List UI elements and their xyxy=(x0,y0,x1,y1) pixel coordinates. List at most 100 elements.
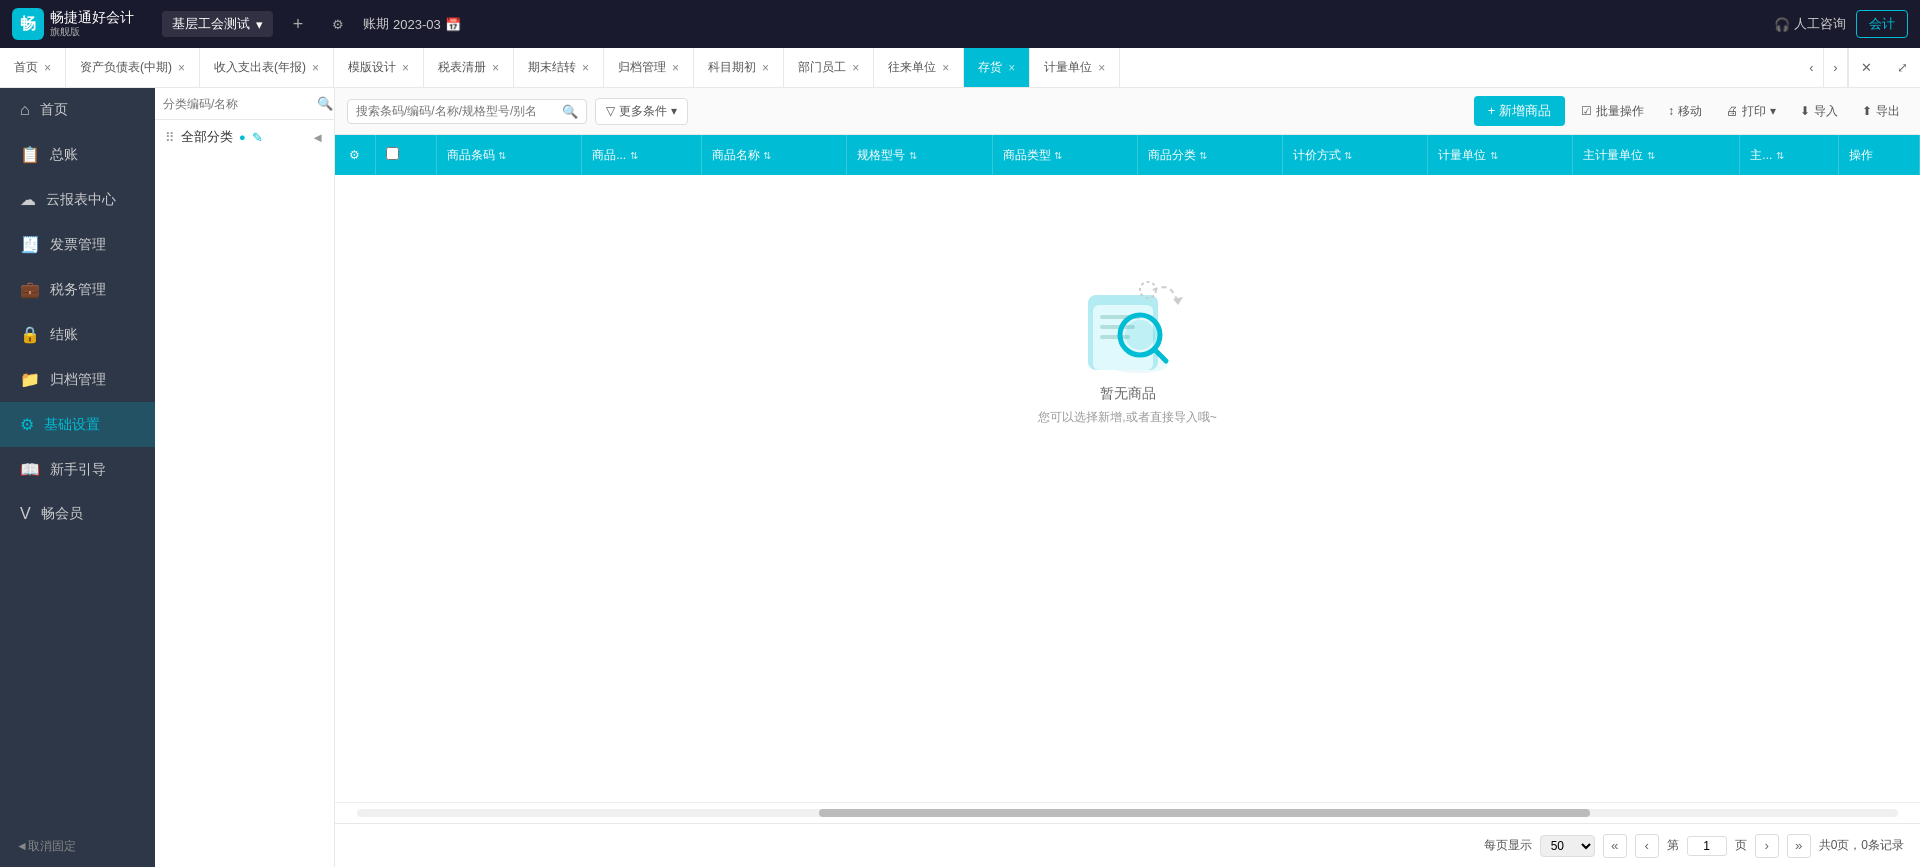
col-header-7[interactable]: 商品分类 ⇅ xyxy=(1137,135,1282,175)
sidebar-item-发票管理[interactable]: 🧾发票管理 xyxy=(0,222,155,267)
per-page-select[interactable]: 50 100 200 xyxy=(1540,835,1595,857)
tab-close-6[interactable]: × xyxy=(672,61,679,75)
total-records-label: 共0页，0条记录 xyxy=(1819,837,1904,854)
col-header-12[interactable]: 操作 xyxy=(1838,135,1919,175)
product-table: ⚙ 商品条码 ⇅商品... ⇅商品名称 ⇅规格型号 ⇅商品类型 ⇅商品分类 ⇅计价… xyxy=(335,135,1920,175)
sidebar-icon-7: ⚙ xyxy=(20,415,34,434)
unpin-button[interactable]: ◄取消固定 xyxy=(0,826,155,867)
tab-close-2[interactable]: × xyxy=(312,61,319,75)
move-button[interactable]: ↕ 移动 xyxy=(1660,99,1710,124)
sidebar-icon-0: ⌂ xyxy=(20,101,30,119)
tab-item-2[interactable]: 收入支出表(年报)× xyxy=(200,48,334,88)
svg-point-7 xyxy=(1125,320,1155,350)
empty-subtitle: 您可以选择新增,或者直接导入哦~ xyxy=(1038,409,1216,426)
per-page-label: 每页显示 xyxy=(1484,837,1532,854)
category-search-input[interactable] xyxy=(163,97,313,111)
tab-close-1[interactable]: × xyxy=(178,61,185,75)
edit-category-icon[interactable]: ✎ xyxy=(252,130,263,145)
tab-item-0[interactable]: 首页× xyxy=(0,48,66,88)
next-page-button[interactable]: › xyxy=(1755,834,1779,858)
horizontal-scrollbar[interactable] xyxy=(335,802,1920,823)
tab-close-7[interactable]: × xyxy=(762,61,769,75)
col-header-0[interactable]: ⚙ xyxy=(335,135,375,175)
page-number-input[interactable] xyxy=(1687,836,1727,856)
select-all-checkbox[interactable] xyxy=(386,147,399,160)
product-search-input[interactable] xyxy=(356,104,556,118)
tab-close-all[interactable]: ✕ xyxy=(1848,48,1884,88)
sidebar-item-结账[interactable]: 🔒结账 xyxy=(0,312,155,357)
sidebar-item-首页[interactable]: ⌂首页 xyxy=(0,88,155,132)
tab-close-3[interactable]: × xyxy=(402,61,409,75)
col-header-4[interactable]: 商品名称 ⇅ xyxy=(702,135,847,175)
all-category-label[interactable]: 全部分类 xyxy=(181,128,233,146)
first-page-button[interactable]: « xyxy=(1603,834,1627,858)
tab-item-1[interactable]: 资产负债表(中期)× xyxy=(66,48,200,88)
add-tab-button[interactable]: + xyxy=(283,4,313,44)
sidebar-icon-6: 📁 xyxy=(20,370,40,389)
sidebar-icon-1: 📋 xyxy=(20,145,40,164)
import-button[interactable]: ⬇ 导入 xyxy=(1792,99,1846,124)
empty-title: 暂无商品 xyxy=(1100,385,1156,403)
main-layout: ⌂首页📋总账☁云报表中心🧾发票管理💼税务管理🔒结账📁归档管理⚙基础设置📖新手引导… xyxy=(0,88,1920,867)
add-product-button[interactable]: + 新增商品 xyxy=(1474,96,1565,126)
prev-page-button[interactable]: ‹ xyxy=(1635,834,1659,858)
tab-close-5[interactable]: × xyxy=(582,61,589,75)
batch-action-button[interactable]: ☑ 批量操作 xyxy=(1573,99,1652,124)
col-header-5[interactable]: 规格型号 ⇅ xyxy=(847,135,992,175)
sidebar-icon-3: 🧾 xyxy=(20,235,40,254)
page-label: 第 xyxy=(1667,837,1679,854)
tab-scroll-left[interactable]: ‹ xyxy=(1800,48,1824,88)
tab-close-4[interactable]: × xyxy=(492,61,499,75)
more-filter-button[interactable]: ▽ 更多条件 ▾ xyxy=(595,98,688,125)
sidebar-item-归档管理[interactable]: 📁归档管理 xyxy=(0,357,155,402)
sidebar-item-基础设置[interactable]: ⚙基础设置 xyxy=(0,402,155,447)
tab-item-4[interactable]: 税表清册× xyxy=(424,48,514,88)
sidebar-item-畅会员[interactable]: V畅会员 xyxy=(0,492,155,536)
tab-scroll-right[interactable]: › xyxy=(1824,48,1848,88)
sidebar-item-云报表中心[interactable]: ☁云报表中心 xyxy=(0,177,155,222)
col-header-10[interactable]: 主计量单位 ⇅ xyxy=(1573,135,1740,175)
tab-close-10[interactable]: × xyxy=(1008,61,1015,75)
col-header-6[interactable]: 商品类型 ⇅ xyxy=(992,135,1137,175)
print-button[interactable]: 🖨 打印 ▾ xyxy=(1718,99,1784,124)
tab-close-0[interactable]: × xyxy=(44,61,51,75)
col-header-3[interactable]: 商品... ⇅ xyxy=(582,135,702,175)
tab-item-7[interactable]: 科目期初× xyxy=(694,48,784,88)
sidebar-item-总账[interactable]: 📋总账 xyxy=(0,132,155,177)
right-panel: 🔍 ▽ 更多条件 ▾ + 新增商品 ☑ 批量操作 xyxy=(335,88,1920,867)
tab-item-10[interactable]: 存货× xyxy=(964,48,1030,88)
account-button[interactable]: 会计 xyxy=(1856,10,1908,38)
col-header-11[interactable]: 主... ⇅ xyxy=(1740,135,1838,175)
sidebar-item-税务管理[interactable]: 💼税务管理 xyxy=(0,267,155,312)
search-icon: 🔍 xyxy=(317,96,333,111)
sidebar-item-新手引导[interactable]: 📖新手引导 xyxy=(0,447,155,492)
col-header-8[interactable]: 计价方式 ⇅ xyxy=(1282,135,1427,175)
company-selector[interactable]: 基层工会测试 ▾ xyxy=(162,11,273,37)
tab-item-8[interactable]: 部门员工× xyxy=(784,48,874,88)
tab-item-9[interactable]: 往来单位× xyxy=(874,48,964,88)
collapse-panel-button[interactable]: ◄ xyxy=(311,130,324,145)
toolbar: 🔍 ▽ 更多条件 ▾ + 新增商品 ☑ 批量操作 xyxy=(335,88,1920,135)
tab-expand[interactable]: ⤢ xyxy=(1884,48,1920,88)
col-header-2[interactable]: 商品条码 ⇅ xyxy=(436,135,581,175)
ai-consult-button[interactable]: 🎧 人工咨询 xyxy=(1774,15,1846,33)
tab-item-11[interactable]: 计量单位× xyxy=(1030,48,1120,88)
col-header-1[interactable] xyxy=(375,135,436,175)
tab-item-5[interactable]: 期末结转× xyxy=(514,48,604,88)
tab-item-6[interactable]: 归档管理× xyxy=(604,48,694,88)
top-header: 畅 畅捷通好会计 旗舰版 基层工会测试 ▾ + ⚙ 账期 2023-03 📅 🎧… xyxy=(0,0,1920,48)
sidebar: ⌂首页📋总账☁云报表中心🧾发票管理💼税务管理🔒结账📁归档管理⚙基础设置📖新手引导… xyxy=(0,88,155,867)
tab-close-9[interactable]: × xyxy=(942,61,949,75)
tab-item-3[interactable]: 模版设计× xyxy=(334,48,424,88)
empty-illustration xyxy=(1058,255,1198,385)
export-button[interactable]: ⬆ 导出 xyxy=(1854,99,1908,124)
sidebar-icon-9: V xyxy=(20,505,31,523)
tab-close-11[interactable]: × xyxy=(1098,61,1105,75)
category-panel: 🔍 ⠿ 全部分类 ● ✎ ◄ xyxy=(155,88,335,867)
last-page-button[interactable]: » xyxy=(1787,834,1811,858)
logo-area: 畅 畅捷通好会计 旗舰版 xyxy=(12,8,152,40)
search-submit-icon[interactable]: 🔍 xyxy=(562,104,578,119)
settings-button[interactable]: ⚙ xyxy=(323,4,353,44)
tab-close-8[interactable]: × xyxy=(852,61,859,75)
col-header-9[interactable]: 计量单位 ⇅ xyxy=(1428,135,1573,175)
